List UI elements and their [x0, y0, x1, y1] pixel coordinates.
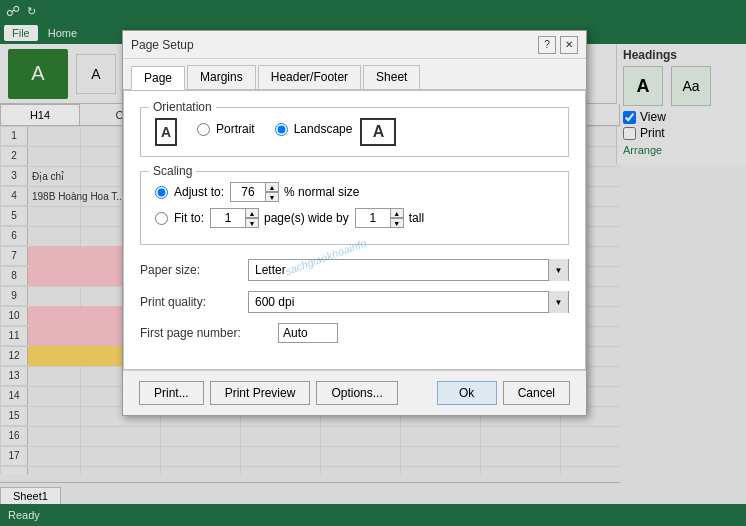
fit-tall-input[interactable] [356, 209, 390, 227]
titlebar-buttons: ? ✕ [538, 36, 578, 54]
fit-tall-spin-up[interactable]: ▲ [390, 208, 404, 218]
adjust-value-input[interactable] [231, 183, 265, 201]
fit-pages-spin-up[interactable]: ▲ [245, 208, 259, 218]
fit-tall-spin-down[interactable]: ▼ [390, 218, 404, 228]
cancel-button[interactable]: Cancel [503, 381, 570, 405]
orientation-section: Orientation A Portrait Landscape [140, 107, 569, 157]
fit-tall-unit: tall [409, 211, 424, 225]
print-quality-arrow[interactable]: ▼ [548, 291, 568, 313]
paper-size-dropdown[interactable]: Letter ▼ [248, 259, 569, 281]
adjust-radio[interactable] [155, 186, 168, 199]
tab-margins[interactable]: Margins [187, 65, 256, 89]
orientation-title: Orientation [149, 100, 216, 114]
page-setup-dialog: Page Setup ? ✕ Page Margins Header/Foote… [122, 30, 587, 416]
options-button[interactable]: Options... [316, 381, 397, 405]
adjust-spin-down[interactable]: ▼ [265, 192, 279, 202]
fit-radio[interactable] [155, 212, 168, 225]
print-quality-value: 600 dpi [249, 295, 548, 309]
portrait-option: A [155, 118, 177, 146]
fit-tall-spin-buttons: ▲ ▼ [390, 208, 404, 228]
adjust-unit-label: % normal size [284, 185, 359, 199]
landscape-radio-row: Landscape [275, 122, 353, 136]
fit-label: Fit to: [174, 211, 204, 225]
dialog-title: Page Setup [131, 38, 538, 52]
tab-header-footer[interactable]: Header/Footer [258, 65, 361, 89]
first-page-input[interactable] [278, 323, 338, 343]
dialog-content: Orientation A Portrait Landscape [123, 90, 586, 370]
portrait-label: Portrait [216, 122, 255, 136]
tab-sheet[interactable]: Sheet [363, 65, 420, 89]
adjust-label: Adjust to: [174, 185, 224, 199]
landscape-radio[interactable] [275, 123, 288, 136]
fit-pages-input[interactable] [211, 209, 245, 227]
first-page-label: First page number: [140, 326, 270, 340]
paper-size-row: Paper size: Letter ▼ [140, 259, 569, 281]
fit-pages-spin-down[interactable]: ▼ [245, 218, 259, 228]
footer-right-buttons: Ok Cancel [437, 381, 570, 405]
dialog-titlebar: Page Setup ? ✕ [123, 31, 586, 59]
ok-button[interactable]: Ok [437, 381, 497, 405]
fit-pages-spin-buttons: ▲ ▼ [245, 208, 259, 228]
print-preview-button[interactable]: Print Preview [210, 381, 311, 405]
print-quality-dropdown[interactable]: 600 dpi ▼ [248, 291, 569, 313]
fit-row: Fit to: ▲ ▼ page(s) wide by ▲ ▼ ta [155, 208, 554, 228]
scaling-title: Scaling [149, 164, 196, 178]
portrait-icon: A [155, 118, 177, 146]
adjust-row: Adjust to: ▲ ▼ % normal size [155, 182, 554, 202]
adjust-spinbox: ▲ ▼ [230, 182, 278, 202]
landscape-icon: A [360, 118, 396, 146]
scaling-section: Scaling Adjust to: ▲ ▼ % normal size Fit… [140, 171, 569, 245]
fit-pages-spinbox: ▲ ▼ [210, 208, 258, 228]
portrait-a: A [157, 120, 175, 144]
print-quality-label: Print quality: [140, 295, 240, 309]
dialog-footer: Print... Print Preview Options... Ok Can… [123, 370, 586, 415]
paper-size-arrow[interactable]: ▼ [548, 259, 568, 281]
tab-page[interactable]: Page [131, 66, 185, 90]
portrait-radio-row: Portrait [197, 122, 255, 136]
close-button[interactable]: ✕ [560, 36, 578, 54]
print-quality-row: Print quality: 600 dpi ▼ [140, 291, 569, 313]
footer-left-buttons: Print... Print Preview Options... [139, 381, 398, 405]
paper-size-value: Letter [249, 263, 548, 277]
fit-tall-spinbox: ▲ ▼ [355, 208, 403, 228]
adjust-spin-buttons: ▲ ▼ [265, 182, 279, 202]
adjust-spin-up[interactable]: ▲ [265, 182, 279, 192]
print-button[interactable]: Print... [139, 381, 204, 405]
landscape-a: A [362, 120, 394, 144]
portrait-radio[interactable] [197, 123, 210, 136]
landscape-label: Landscape [294, 122, 353, 136]
dialog-tabs: Page Margins Header/Footer Sheet [123, 59, 586, 90]
paper-size-label: Paper size: [140, 263, 240, 277]
help-button[interactable]: ? [538, 36, 556, 54]
fit-pages-unit: page(s) wide by [264, 211, 349, 225]
first-page-row: First page number: [140, 323, 569, 343]
